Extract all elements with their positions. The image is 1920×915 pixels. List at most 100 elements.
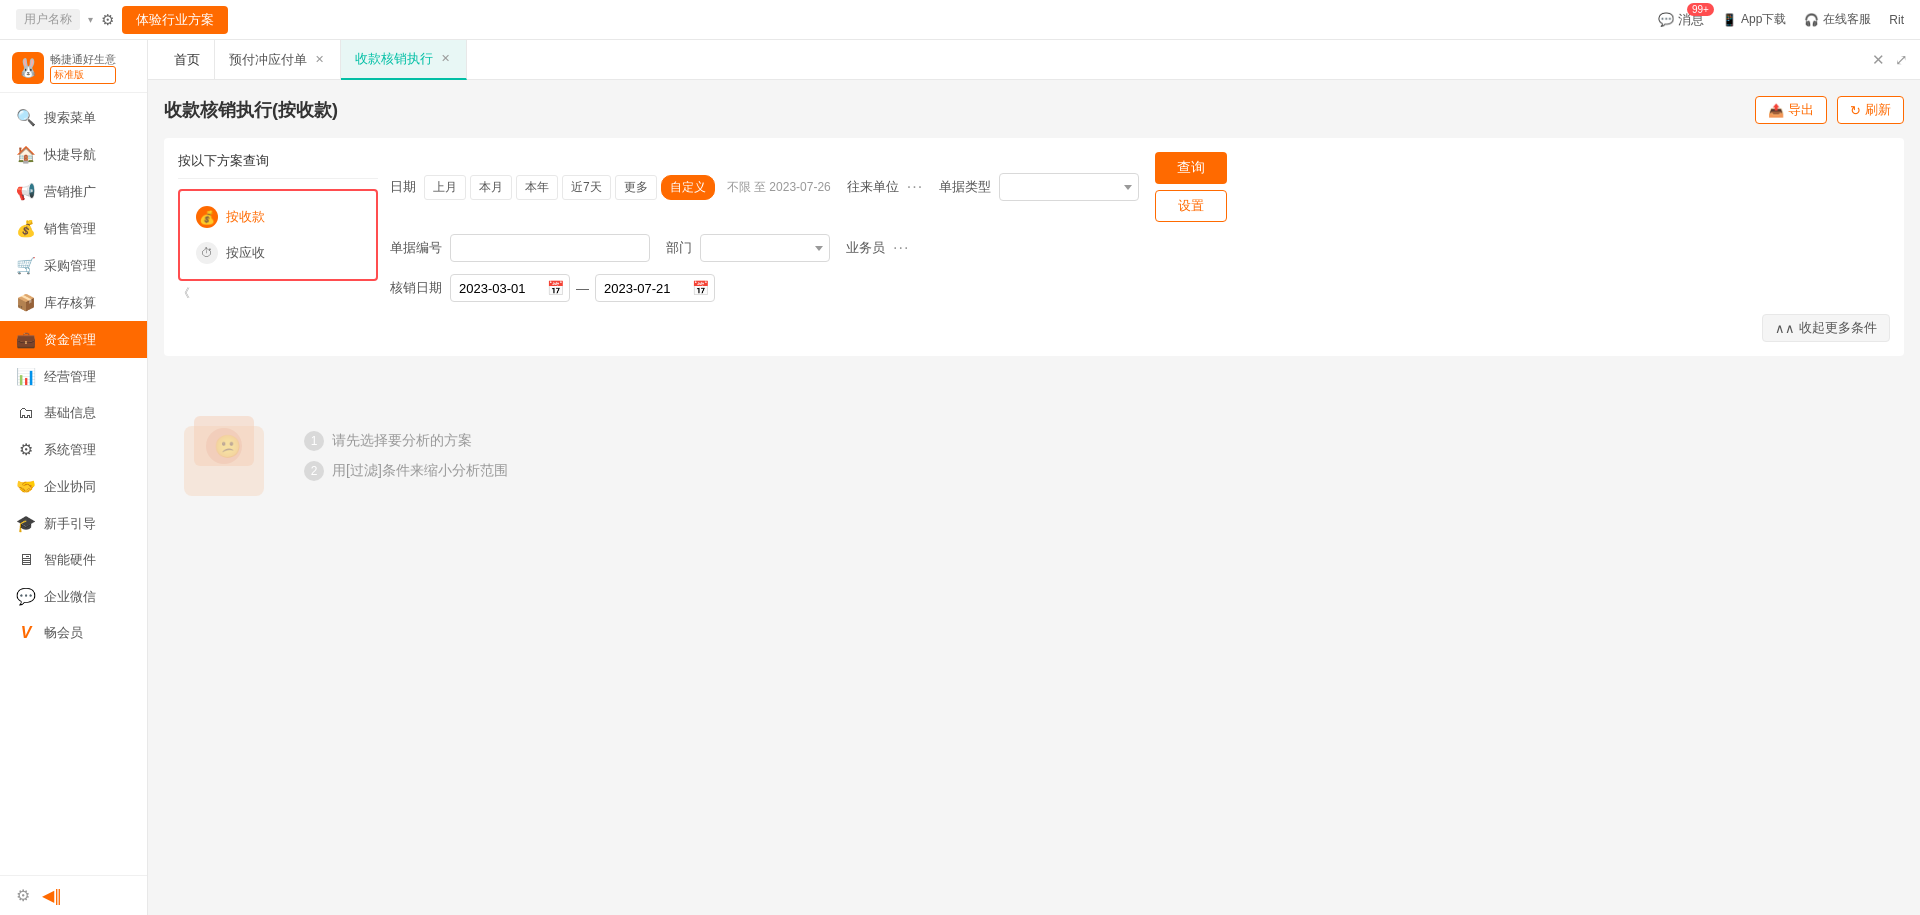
sidebar-item-label: 经营管理 (44, 368, 96, 386)
sidebar-item-operations[interactable]: 📊 经营管理 (0, 358, 147, 395)
filter-group-dept: 部门 (666, 234, 830, 262)
sidebar-collapse-icon[interactable]: ◀‖ (42, 886, 62, 905)
by-collection-icon: 💰 (196, 206, 218, 228)
sidebar-item-collab[interactable]: 🤝 企业协同 (0, 468, 147, 505)
system-icon: ⚙ (16, 440, 36, 459)
empty-hint-2: 2 用[过滤]条件来缩小分析范围 (304, 461, 508, 481)
sidebar-item-marketing[interactable]: 📢 营销推广 (0, 173, 147, 210)
sidebar-item-label: 营销推广 (44, 183, 96, 201)
sidebar-item-finance[interactable]: 💼 资金管理 (0, 321, 147, 358)
message-button[interactable]: 💬 消息 99+ (1658, 11, 1704, 29)
sales-icon: 💰 (16, 219, 36, 238)
verify-date-range: 📅 — 📅 (450, 274, 715, 302)
sidebar-item-sales[interactable]: 💰 销售管理 (0, 210, 147, 247)
filter-group-docno: 单据编号 (390, 234, 650, 262)
date-btn-more[interactable]: 更多 (615, 175, 657, 200)
docno-input[interactable] (450, 234, 650, 262)
sidebar-item-member[interactable]: V 畅会员 (0, 615, 147, 651)
hint-num-1: 1 (304, 431, 324, 451)
date-btn-this-month[interactable]: 本月 (470, 175, 512, 200)
refresh-button[interactable]: ↻ 刷新 (1837, 96, 1904, 124)
date-range-dash: — (576, 281, 589, 296)
tab-home[interactable]: 首页 (160, 40, 215, 80)
sidebar-item-basics[interactable]: 🗂 基础信息 (0, 395, 147, 431)
app-label: App下载 (1741, 11, 1786, 28)
tab-prepay-label: 预付冲应付单 (229, 51, 307, 69)
date-btn-last-month[interactable]: 上月 (424, 175, 466, 200)
solution-button[interactable]: 体验行业方案 (122, 6, 228, 34)
scheme-collapse-icon[interactable]: 《 (178, 285, 378, 302)
filter-row-2: 单据编号 部门 业务员 ··· (390, 234, 1890, 262)
query-button[interactable]: 查询 (1155, 152, 1227, 184)
tab-home-label: 首页 (174, 51, 200, 69)
sidebar-item-label: 快捷导航 (44, 146, 96, 164)
more-conditions-up-icon: ∧∧ (1775, 321, 1795, 336)
online-service-button[interactable]: 🎧 在线客服 (1804, 11, 1871, 28)
page-header: 收款核销执行(按收款) 📤 导出 ↻ 刷新 (164, 96, 1904, 124)
gear-icon[interactable]: ⚙ (101, 11, 114, 29)
sidebar-item-search[interactable]: 🔍 搜索菜单 (0, 99, 147, 136)
sidebar-item-inventory[interactable]: 📦 库存核算 (0, 284, 147, 321)
sidebar-settings-icon[interactable]: ⚙ (16, 886, 30, 905)
verify-end-calendar-icon[interactable]: 📅 (692, 280, 709, 296)
tab-bar-actions: ✕ ⤢ (1872, 51, 1908, 69)
sidebar: 🐰 畅捷通好生意 标准版 🔍 搜索菜单 🏠 快捷导航 📢 营销推广 💰 销售管理 (0, 40, 148, 915)
filter-group-date: 日期 上月 本月 本年 近7天 更多 自定义 不限 至 2023-07-26 (390, 175, 831, 200)
member-icon: V (16, 624, 36, 642)
filter-option-by-collection[interactable]: 💰 按收款 (188, 199, 368, 235)
verify-start-calendar-icon[interactable]: 📅 (547, 280, 564, 296)
filter-scheme-panel: 按以下方案查询 💰 按收款 ⏱ 按应收 《 (178, 152, 378, 342)
staff-ellipsis[interactable]: ··· (893, 239, 909, 257)
empty-state-illustration: 😕 (164, 396, 284, 516)
date-btn-this-year[interactable]: 本年 (516, 175, 558, 200)
page-title: 收款核销执行(按收款) (164, 98, 338, 122)
tab-prepay[interactable]: 预付冲应付单 ✕ (215, 40, 341, 80)
sidebar-nav: 🔍 搜索菜单 🏠 快捷导航 📢 营销推广 💰 销售管理 🛒 采购管理 📦 (0, 93, 147, 875)
action-buttons: 查询 设置 (1155, 152, 1227, 222)
app-download-button[interactable]: 📱 App下载 (1722, 11, 1786, 28)
tab-close-all-icon[interactable]: ✕ (1872, 51, 1885, 69)
sidebar-item-label: 畅会员 (44, 624, 83, 642)
export-icon: 📤 (1768, 103, 1784, 118)
purchase-icon: 🛒 (16, 256, 36, 275)
user-name: Rit (1889, 13, 1904, 27)
filter-fields: 日期 上月 本月 本年 近7天 更多 自定义 不限 至 2023-07-26 (390, 152, 1890, 342)
top-bar: 用户名称 ▾ ⚙ 体验行业方案 💬 消息 99+ 📱 App下载 🎧 在线客服 … (0, 0, 1920, 40)
tab-collection-label: 收款核销执行 (355, 50, 433, 68)
dept-select[interactable] (700, 234, 830, 262)
user-avatar[interactable]: Rit (1889, 13, 1904, 27)
tab-prepay-close-icon[interactable]: ✕ (313, 51, 326, 68)
sidebar-item-label: 搜索菜单 (44, 109, 96, 127)
sidebar-item-guide[interactable]: 🎓 新手引导 (0, 505, 147, 542)
chevron-down-icon[interactable]: ▾ (88, 14, 93, 25)
sidebar-item-system[interactable]: ⚙ 系统管理 (0, 431, 147, 468)
wechat-icon: 💬 (16, 587, 36, 606)
counterparty-ellipsis[interactable]: ··· (907, 178, 923, 196)
tab-collection[interactable]: 收款核销执行 ✕ (341, 40, 467, 80)
filter-group-counterparty: 往来单位 ··· (847, 178, 923, 196)
export-button[interactable]: 📤 导出 (1755, 96, 1827, 124)
doctype-select[interactable] (999, 173, 1139, 201)
counterparty-label: 往来单位 (847, 178, 899, 196)
tab-collection-close-icon[interactable]: ✕ (439, 50, 452, 67)
sidebar-item-wechat[interactable]: 💬 企业微信 (0, 578, 147, 615)
sidebar-logo: 🐰 畅捷通好生意 标准版 (0, 40, 147, 93)
sidebar-item-label: 企业协同 (44, 478, 96, 496)
more-conditions-button[interactable]: ∧∧ 收起更多条件 (1762, 314, 1890, 342)
filter-option-by-receivable[interactable]: ⏱ 按应收 (188, 235, 368, 271)
empty-hints: 1 请先选择要分析的方案 2 用[过滤]条件来缩小分析范围 (304, 431, 508, 481)
tab-maximize-icon[interactable]: ⤢ (1895, 51, 1908, 69)
verify-start-wrap: 📅 (450, 274, 570, 302)
sidebar-item-hardware[interactable]: 🖥 智能硬件 (0, 542, 147, 578)
date-btn-7days[interactable]: 近7天 (562, 175, 611, 200)
more-conditions-label: 收起更多条件 (1799, 319, 1877, 337)
basics-icon: 🗂 (16, 404, 36, 422)
logo-text-area: 畅捷通好生意 标准版 (50, 52, 116, 84)
setting-button[interactable]: 设置 (1155, 190, 1227, 222)
date-hint: 不限 至 2023-07-26 (727, 179, 831, 196)
sidebar-item-purchase[interactable]: 🛒 采购管理 (0, 247, 147, 284)
search-icon: 🔍 (16, 108, 36, 127)
date-btn-custom[interactable]: 自定义 (661, 175, 715, 200)
logo-text: 畅捷通好生意 (50, 52, 116, 66)
sidebar-item-quicknav[interactable]: 🏠 快捷导航 (0, 136, 147, 173)
